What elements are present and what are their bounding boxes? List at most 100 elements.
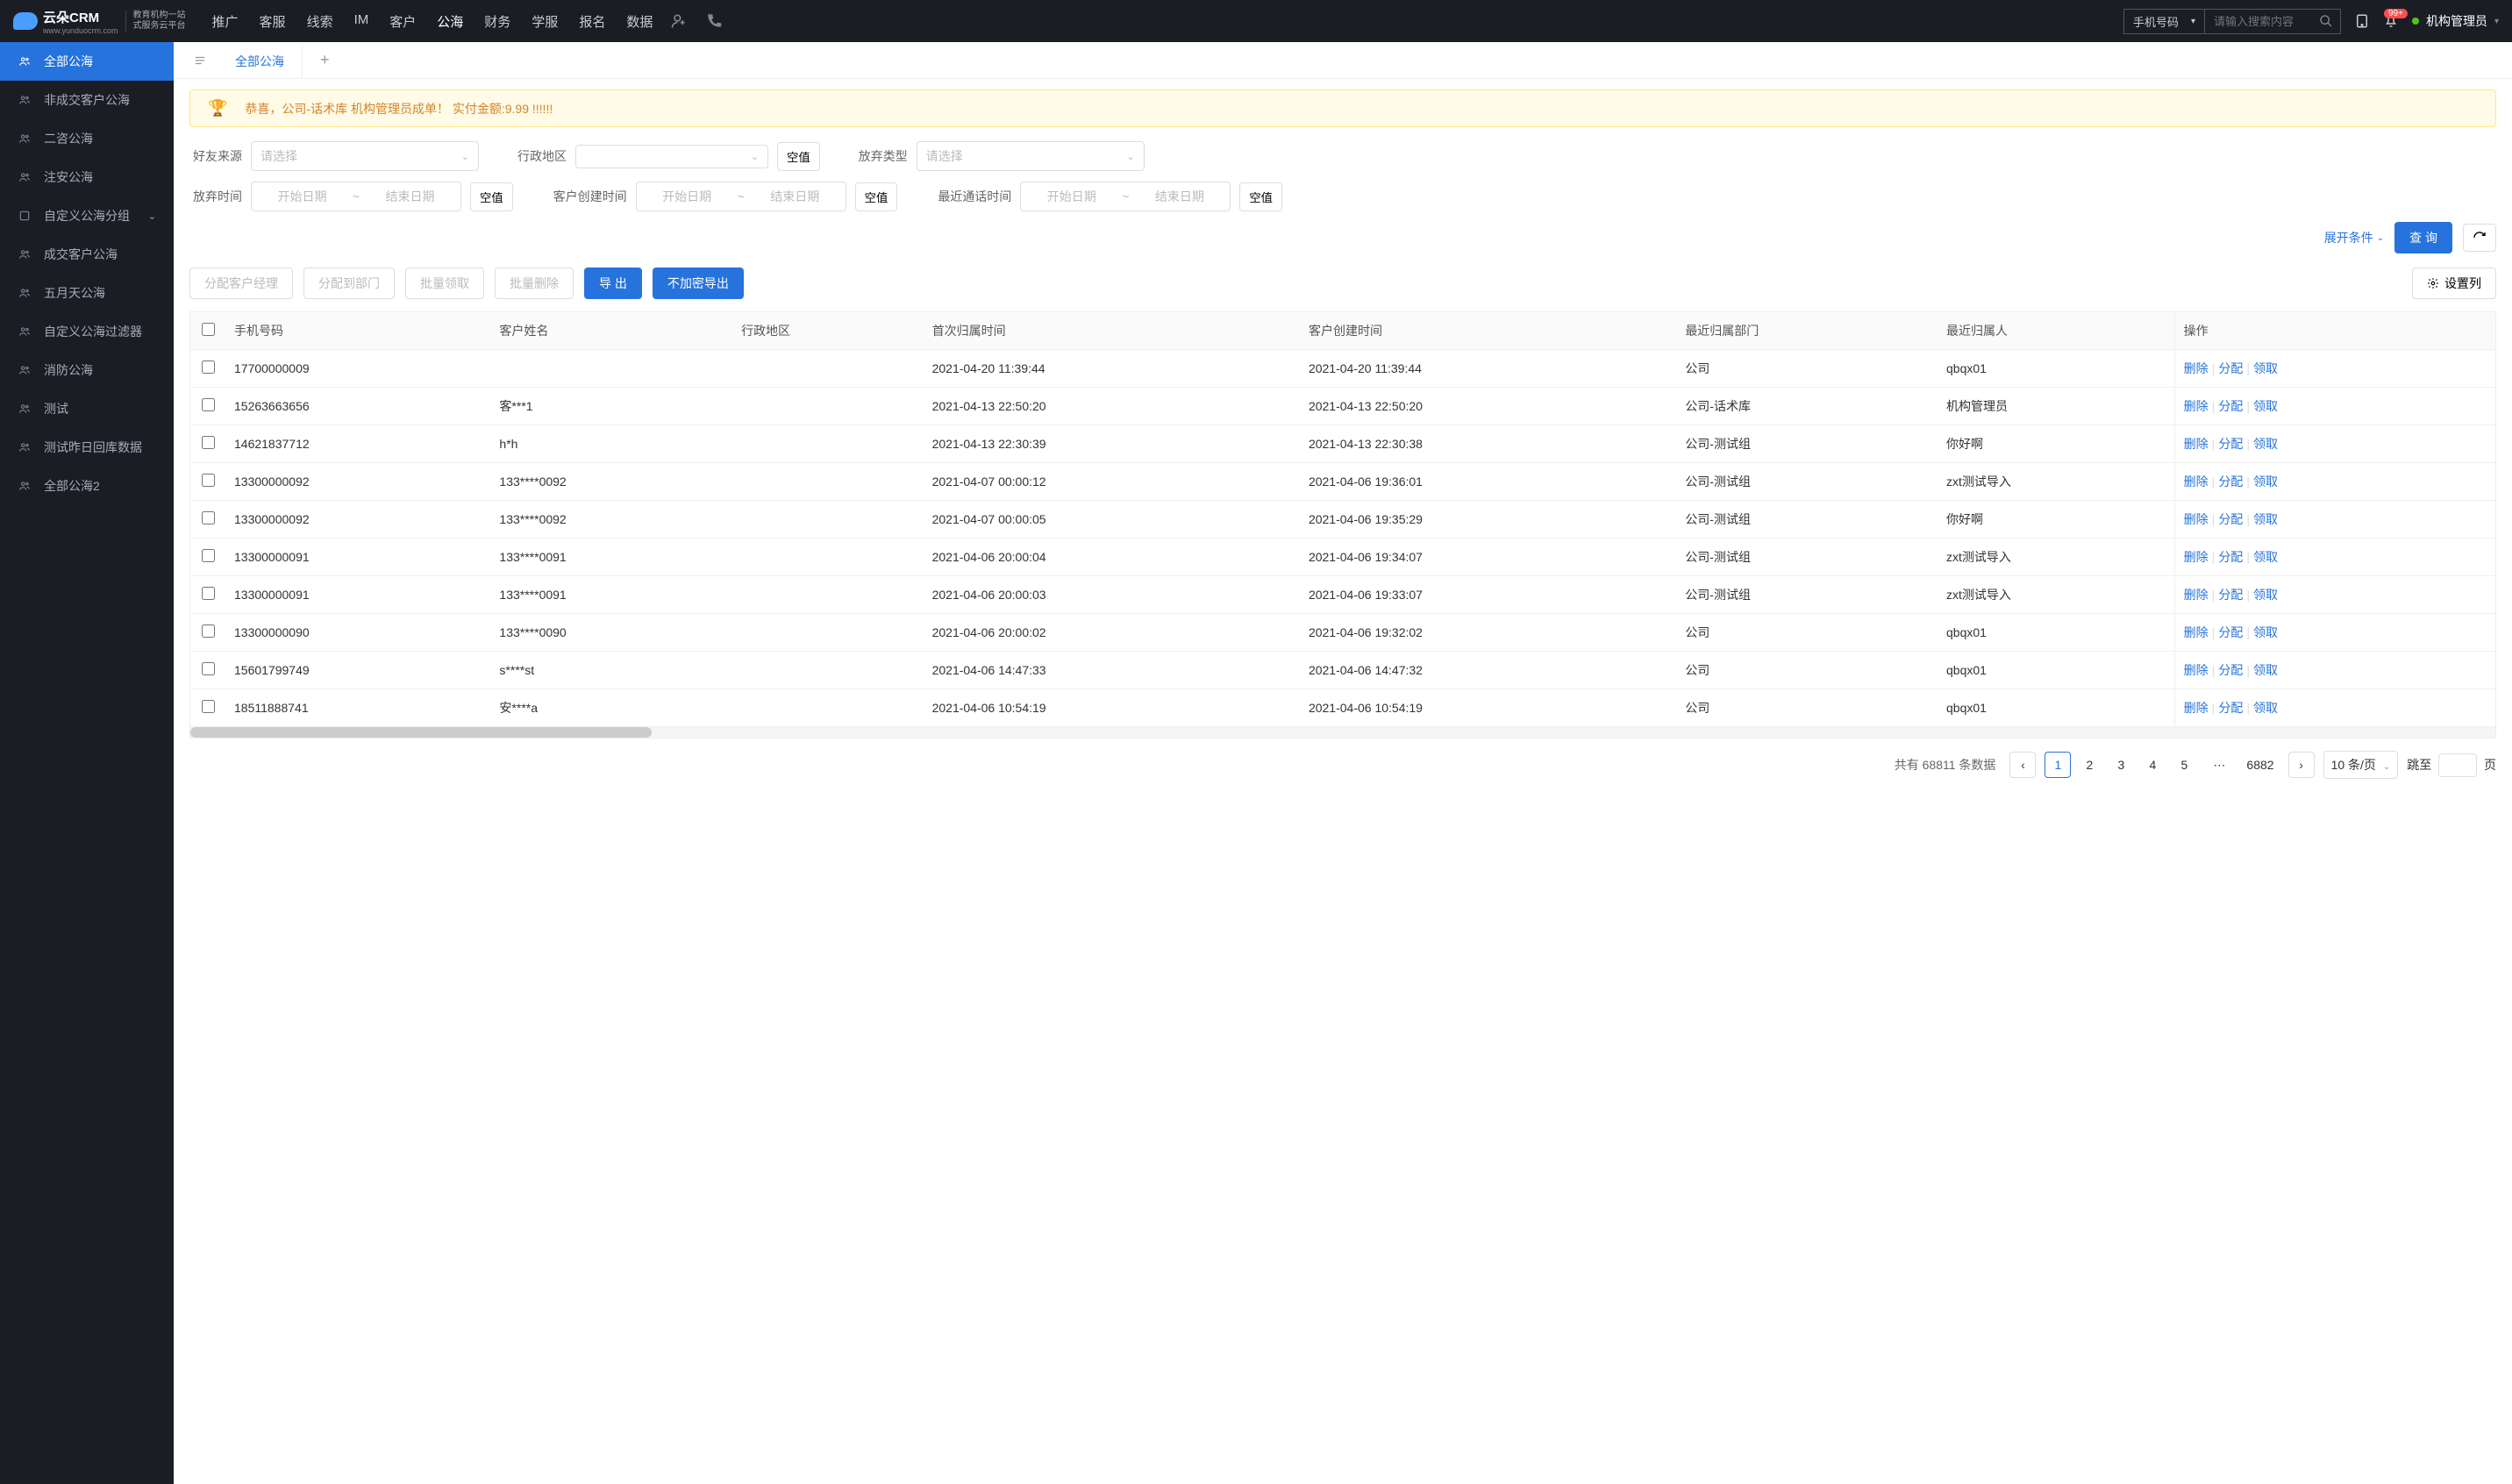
abandon-time-null-button[interactable]: 空值 (470, 182, 513, 211)
row-assign-link[interactable]: 分配 (2218, 588, 2243, 602)
row-assign-link[interactable]: 分配 (2218, 512, 2243, 526)
nav-item[interactable]: 推广 (212, 12, 239, 31)
add-user-icon[interactable] (670, 12, 688, 30)
nav-item[interactable]: IM (354, 12, 369, 31)
row-delete-link[interactable]: 删除 (2184, 512, 2209, 526)
row-checkbox[interactable] (202, 624, 215, 638)
sidebar-item[interactable]: 消防公海 (0, 351, 174, 389)
sidebar-item[interactable]: 注安公海 (0, 158, 174, 196)
row-claim-link[interactable]: 领取 (2253, 399, 2278, 413)
search-type-select[interactable]: 手机号码 ▾ (2123, 9, 2205, 34)
page-number[interactable]: 5 (2171, 752, 2197, 778)
row-delete-link[interactable]: 删除 (2184, 474, 2209, 489)
row-assign-link[interactable]: 分配 (2218, 663, 2243, 677)
row-assign-link[interactable]: 分配 (2218, 550, 2243, 564)
filter-source-select[interactable]: 请选择 ⌄ (251, 141, 479, 171)
row-delete-link[interactable]: 删除 (2184, 588, 2209, 602)
sidebar-item[interactable]: 全部公海 (0, 42, 174, 81)
abandon-time-range[interactable]: 开始日期~结束日期 (251, 182, 461, 211)
create-time-range[interactable]: 开始日期~结束日期 (636, 182, 846, 211)
tablet-icon[interactable] (2354, 13, 2370, 29)
bell-icon[interactable]: 99+ (2383, 13, 2399, 29)
row-checkbox[interactable] (202, 700, 215, 713)
page-last[interactable]: 6882 (2241, 752, 2279, 778)
select-all-checkbox[interactable] (202, 323, 215, 336)
row-assign-link[interactable]: 分配 (2218, 701, 2243, 715)
row-delete-link[interactable]: 删除 (2184, 399, 2209, 413)
row-delete-link[interactable]: 删除 (2184, 550, 2209, 564)
page-size-select[interactable]: 10 条/页 ⌄ (2323, 751, 2399, 779)
call-time-null-button[interactable]: 空值 (1239, 182, 1282, 211)
page-next-button[interactable]: › (2288, 752, 2315, 778)
region-null-button[interactable]: 空值 (777, 142, 820, 171)
row-claim-link[interactable]: 领取 (2253, 437, 2278, 451)
filter-region-select[interactable]: ⌄ (575, 145, 768, 168)
user-menu[interactable]: 机构管理员 ▾ (2412, 12, 2499, 30)
search-input[interactable] (2205, 11, 2319, 32)
call-time-range[interactable]: 开始日期~结束日期 (1020, 182, 1231, 211)
create-time-null-button[interactable]: 空值 (855, 182, 898, 211)
row-claim-link[interactable]: 领取 (2253, 701, 2278, 715)
sidebar-item[interactable]: 自定义公海过滤器 (0, 312, 174, 351)
phone-icon[interactable] (705, 12, 723, 30)
row-delete-link[interactable]: 删除 (2184, 663, 2209, 677)
page-ellipsis[interactable]: ⋯ (2206, 752, 2232, 778)
row-checkbox[interactable] (202, 360, 215, 374)
row-assign-link[interactable]: 分配 (2218, 625, 2243, 639)
set-columns-button[interactable]: 设置列 (2412, 268, 2496, 299)
assign-dept-button[interactable]: 分配到部门 (303, 268, 395, 299)
row-checkbox[interactable] (202, 436, 215, 449)
sidebar-item[interactable]: 测试昨日回库数据 (0, 428, 174, 467)
row-assign-link[interactable]: 分配 (2218, 437, 2243, 451)
filter-abandon-type-select[interactable]: 请选择 ⌄ (917, 141, 1145, 171)
search-icon[interactable] (2319, 14, 2333, 28)
nav-item[interactable]: 报名 (579, 12, 605, 31)
tab-list-icon[interactable] (182, 54, 218, 67)
query-button[interactable]: 查 询 (2394, 222, 2452, 253)
sidebar-item[interactable]: 五月天公海 (0, 274, 174, 312)
row-checkbox[interactable] (202, 398, 215, 411)
row-delete-link[interactable]: 删除 (2184, 437, 2209, 451)
row-claim-link[interactable]: 领取 (2253, 361, 2278, 375)
nav-item[interactable]: 学服 (532, 12, 558, 31)
row-claim-link[interactable]: 领取 (2253, 474, 2278, 489)
scrollbar-thumb[interactable] (190, 727, 652, 738)
export-plain-button[interactable]: 不加密导出 (653, 268, 744, 299)
row-delete-link[interactable]: 删除 (2184, 701, 2209, 715)
nav-item[interactable]: 公海 (437, 12, 463, 31)
nav-item[interactable]: 线索 (307, 12, 333, 31)
page-number[interactable]: 1 (2045, 752, 2071, 778)
sidebar-item[interactable]: 自定义公海分组⌄ (0, 196, 174, 235)
batch-claim-button[interactable]: 批量领取 (405, 268, 484, 299)
sidebar-item[interactable]: 全部公海2 (0, 467, 174, 505)
row-checkbox[interactable] (202, 474, 215, 487)
row-checkbox[interactable] (202, 587, 215, 600)
page-number[interactable]: 2 (2076, 752, 2102, 778)
sidebar-item[interactable]: 成交客户公海 (0, 235, 174, 274)
row-claim-link[interactable]: 领取 (2253, 625, 2278, 639)
horizontal-scrollbar[interactable] (190, 727, 2495, 738)
row-claim-link[interactable]: 领取 (2253, 512, 2278, 526)
tab-add-button[interactable]: + (303, 51, 347, 69)
row-claim-link[interactable]: 领取 (2253, 588, 2278, 602)
reset-button[interactable] (2463, 224, 2496, 252)
nav-item[interactable]: 客户 (389, 12, 416, 31)
expand-filters-button[interactable]: 展开条件 ⌄ (2324, 229, 2384, 246)
row-claim-link[interactable]: 领取 (2253, 663, 2278, 677)
tab-all-sea[interactable]: 全部公海 (218, 42, 303, 79)
export-button[interactable]: 导 出 (584, 268, 642, 299)
sidebar-item[interactable]: 二咨公海 (0, 119, 174, 158)
nav-item[interactable]: 数据 (626, 12, 653, 31)
sidebar-item[interactable]: 测试 (0, 389, 174, 428)
nav-item[interactable]: 客服 (260, 12, 286, 31)
row-checkbox[interactable] (202, 662, 215, 675)
row-assign-link[interactable]: 分配 (2218, 361, 2243, 375)
sidebar-item[interactable]: 非成交客户公海 (0, 81, 174, 119)
page-number[interactable]: 3 (2108, 752, 2134, 778)
assign-manager-button[interactable]: 分配客户经理 (189, 268, 293, 299)
row-assign-link[interactable]: 分配 (2218, 399, 2243, 413)
row-claim-link[interactable]: 领取 (2253, 550, 2278, 564)
page-number[interactable]: 4 (2139, 752, 2166, 778)
row-delete-link[interactable]: 删除 (2184, 361, 2209, 375)
nav-item[interactable]: 财务 (484, 12, 510, 31)
